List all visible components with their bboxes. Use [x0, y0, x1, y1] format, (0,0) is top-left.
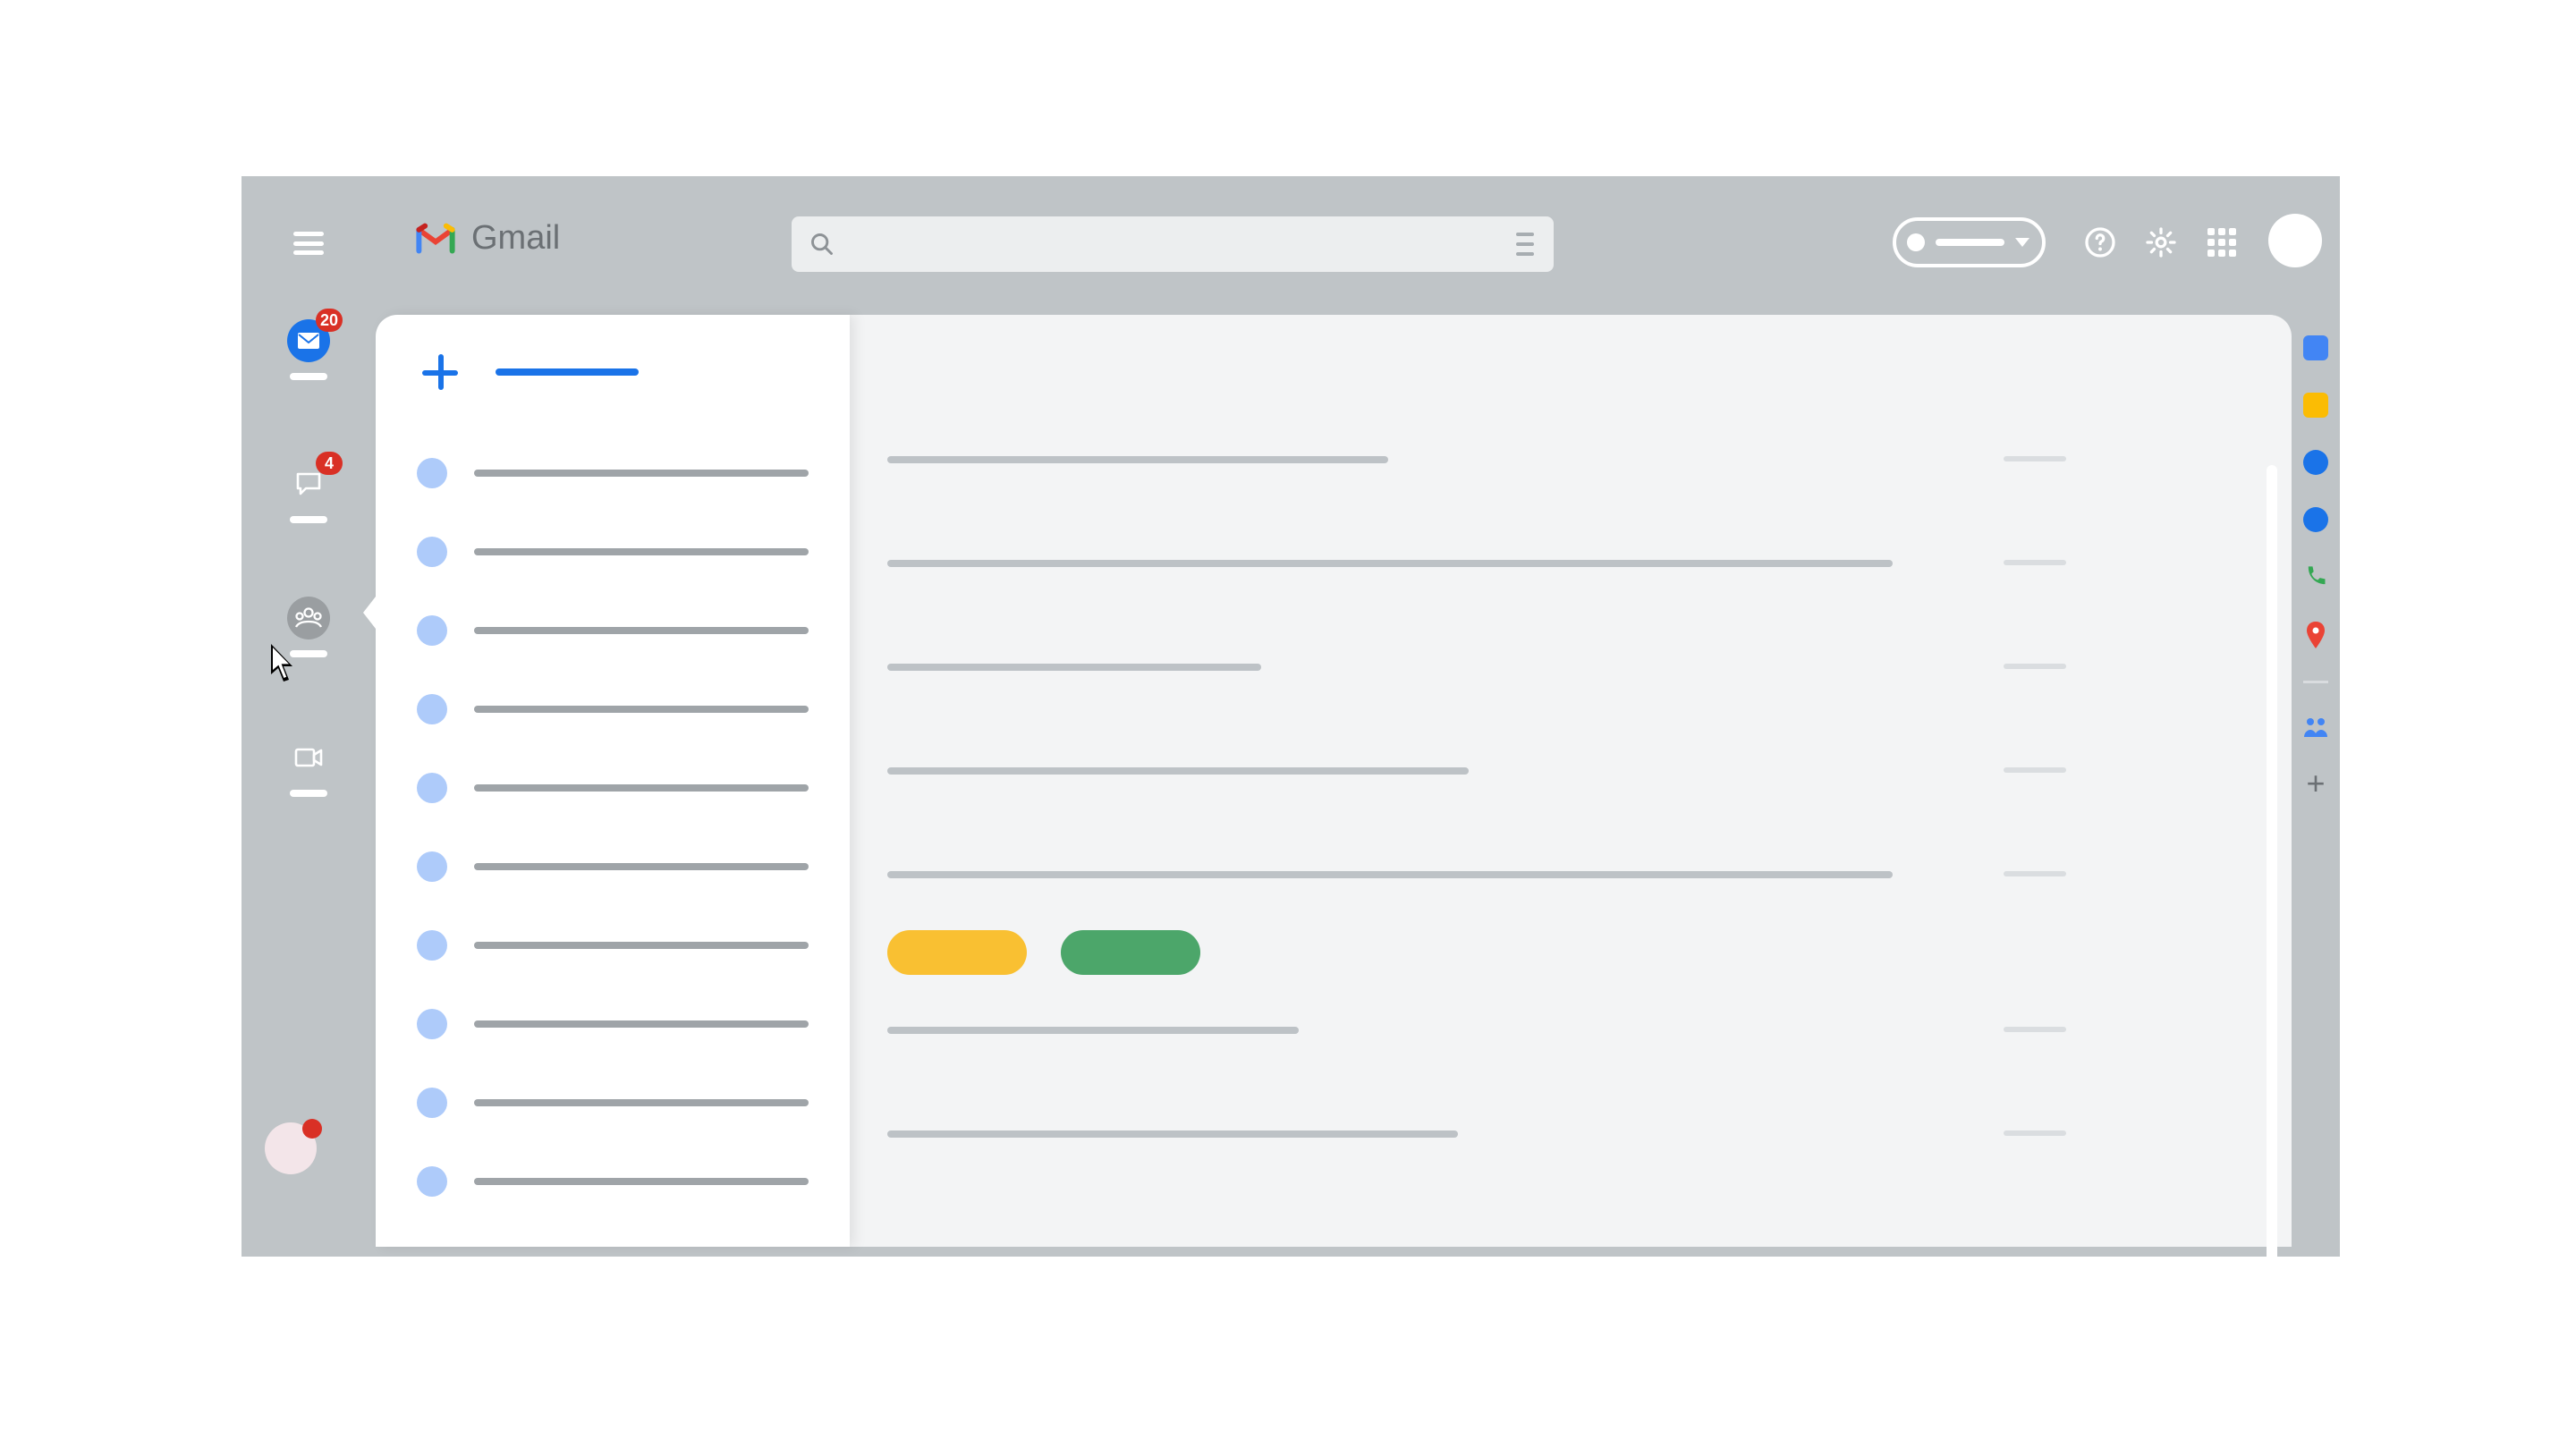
- spaces-icon: [287, 597, 330, 639]
- message-row[interactable]: [887, 767, 1469, 775]
- avatar-icon: [417, 615, 447, 646]
- spaces-list: [417, 458, 809, 1197]
- flyout-pointer: [363, 597, 376, 629]
- scrollbar[interactable]: [2267, 465, 2277, 1370]
- message-meta: [2004, 560, 2066, 565]
- mouse-cursor-icon: [271, 644, 301, 685]
- message-row[interactable]: [887, 1130, 1458, 1138]
- message-row[interactable]: [887, 871, 1893, 878]
- list-item[interactable]: [417, 851, 809, 882]
- label-pill-green[interactable]: [1061, 930, 1200, 975]
- list-item[interactable]: [417, 694, 809, 724]
- rail-item-meet[interactable]: [270, 736, 347, 797]
- mail-badge: 20: [316, 309, 343, 332]
- support-button[interactable]: [2082, 224, 2118, 260]
- message-row[interactable]: [887, 1027, 1299, 1034]
- calendar-icon[interactable]: [2303, 335, 2328, 360]
- new-space-button[interactable]: [420, 352, 639, 392]
- message-meta: [2004, 664, 2066, 669]
- notification-dot-icon: [302, 1119, 322, 1139]
- side-panel: +: [2292, 310, 2340, 1257]
- message-meta: [2004, 456, 2066, 461]
- list-item[interactable]: [417, 1009, 809, 1039]
- status-label-placeholder: [1936, 239, 2004, 246]
- list-item[interactable]: [417, 1088, 809, 1118]
- keep-icon[interactable]: [2303, 393, 2328, 418]
- message-meta: [2004, 871, 2066, 876]
- brand[interactable]: Gmail: [416, 219, 560, 258]
- rail-bottom-button[interactable]: [265, 1122, 317, 1174]
- plus-icon: [420, 352, 460, 392]
- list-item[interactable]: [417, 537, 809, 567]
- add-addon-button[interactable]: +: [2306, 771, 2325, 796]
- item-label-placeholder: [474, 627, 809, 634]
- chat-badge: 4: [316, 452, 343, 475]
- google-apps-button[interactable]: [2204, 224, 2240, 260]
- main-menu-button[interactable]: [293, 232, 324, 255]
- search-bar[interactable]: [792, 216, 1554, 272]
- spaces-flyout-panel: [376, 315, 850, 1247]
- brand-name: Gmail: [471, 219, 560, 258]
- item-label-placeholder: [474, 1099, 809, 1106]
- status-selector[interactable]: [1893, 217, 2046, 267]
- voice-icon[interactable]: [2303, 564, 2328, 589]
- app-header: Gmail: [242, 176, 2340, 310]
- account-avatar[interactable]: [2268, 214, 2322, 267]
- divider: [2303, 681, 2328, 683]
- rail-item-chat[interactable]: 4: [270, 462, 347, 523]
- chat-icon: 4: [287, 462, 330, 505]
- avatar-icon: [417, 694, 447, 724]
- item-label-placeholder: [474, 942, 809, 949]
- rail-label-placeholder: [290, 373, 327, 380]
- rail-label-placeholder: [290, 790, 327, 797]
- list-item[interactable]: [417, 458, 809, 488]
- meet-icon: [287, 736, 330, 779]
- gmail-app-window: Gmail: [242, 176, 2340, 1257]
- list-item[interactable]: [417, 615, 809, 646]
- search-icon: [809, 232, 835, 257]
- apps-grid-icon: [2207, 228, 2236, 257]
- item-label-placeholder: [474, 706, 809, 713]
- rail-item-mail[interactable]: 20: [270, 319, 347, 380]
- message-meta: [2004, 1027, 2066, 1032]
- search-options-icon[interactable]: [1516, 233, 1534, 256]
- presence-dot-icon: [1907, 233, 1925, 251]
- avatar-icon: [417, 773, 447, 803]
- settings-button[interactable]: [2143, 224, 2179, 260]
- new-space-label-placeholder: [496, 368, 639, 376]
- rail-label-placeholder: [290, 516, 327, 523]
- list-item[interactable]: [417, 1166, 809, 1197]
- avatar-icon: [417, 1088, 447, 1118]
- list-item[interactable]: [417, 930, 809, 961]
- maps-icon[interactable]: [2305, 622, 2326, 648]
- item-label-placeholder: [474, 470, 809, 477]
- item-label-placeholder: [474, 863, 809, 870]
- family-icon[interactable]: [2302, 716, 2329, 739]
- list-item[interactable]: [417, 773, 809, 803]
- chevron-down-icon: [2015, 238, 2029, 247]
- avatar-icon: [417, 1009, 447, 1039]
- message-row[interactable]: [887, 560, 1893, 567]
- item-label-placeholder: [474, 1020, 809, 1028]
- label-pill-yellow[interactable]: [887, 930, 1027, 975]
- gmail-logo-icon: [416, 223, 455, 255]
- avatar-icon: [417, 930, 447, 961]
- gear-icon: [2145, 226, 2177, 258]
- item-label-placeholder: [474, 784, 809, 792]
- avatar-icon: [417, 537, 447, 567]
- message-row[interactable]: [887, 456, 1388, 463]
- avatar-icon: [417, 851, 447, 882]
- avatar-icon: [417, 458, 447, 488]
- mail-icon: 20: [287, 319, 330, 362]
- app-rail: 20 4: [242, 310, 376, 1257]
- help-icon: [2084, 226, 2116, 258]
- message-meta: [2004, 1130, 2066, 1136]
- item-label-placeholder: [474, 548, 809, 555]
- avatar-icon: [417, 1166, 447, 1197]
- tasks-icon[interactable]: [2303, 450, 2328, 475]
- message-row[interactable]: [887, 664, 1261, 671]
- message-meta: [2004, 767, 2066, 773]
- item-label-placeholder: [474, 1178, 809, 1185]
- contacts-icon[interactable]: [2303, 507, 2328, 532]
